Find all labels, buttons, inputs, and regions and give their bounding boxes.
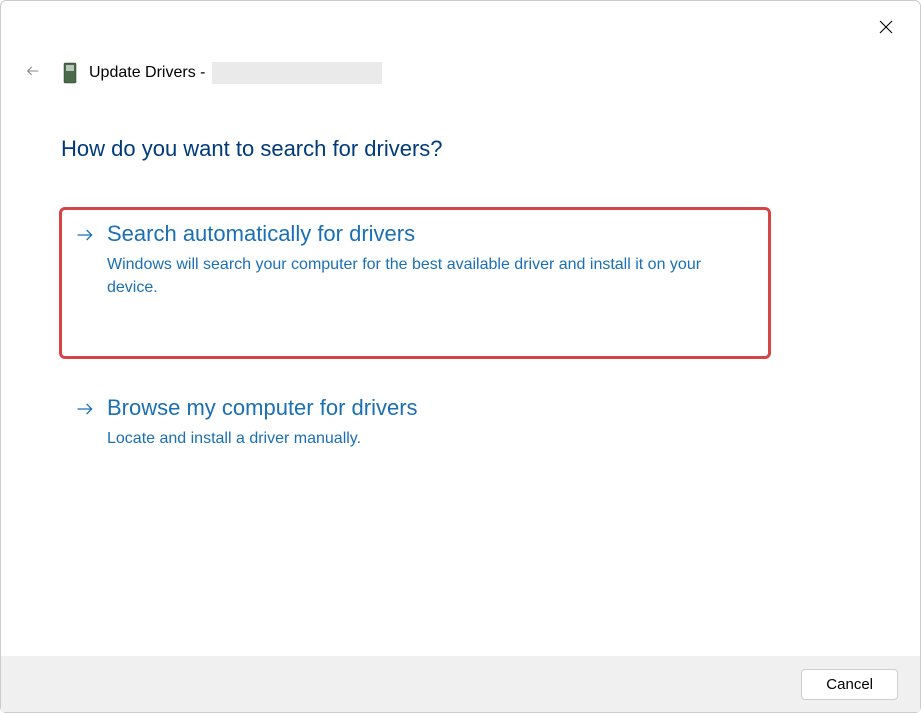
page-heading: How do you want to search for drivers? <box>61 136 443 162</box>
option-description: Locate and install a driver manually. <box>107 427 756 450</box>
redacted-device-name <box>212 62 382 84</box>
option-title: Search automatically for drivers <box>107 221 756 247</box>
back-button[interactable] <box>23 63 43 83</box>
close-button[interactable] <box>872 15 900 43</box>
close-icon <box>877 18 895 41</box>
window-title: Update Drivers - <box>89 62 382 84</box>
arrow-right-icon <box>75 399 95 425</box>
option-search-automatically[interactable]: Search automatically for drivers Windows… <box>61 209 770 315</box>
option-title: Browse my computer for drivers <box>107 395 756 421</box>
back-arrow-icon <box>25 63 41 84</box>
header: Update Drivers - <box>23 61 382 85</box>
option-browse-computer[interactable]: Browse my computer for drivers Locate an… <box>61 383 770 466</box>
device-icon <box>61 61 79 85</box>
window-title-text: Update Drivers - <box>89 64 210 81</box>
arrow-right-icon <box>75 225 95 251</box>
option-description: Windows will search your computer for th… <box>107 253 756 299</box>
cancel-button[interactable]: Cancel <box>801 669 898 700</box>
footer: Cancel <box>1 656 920 712</box>
